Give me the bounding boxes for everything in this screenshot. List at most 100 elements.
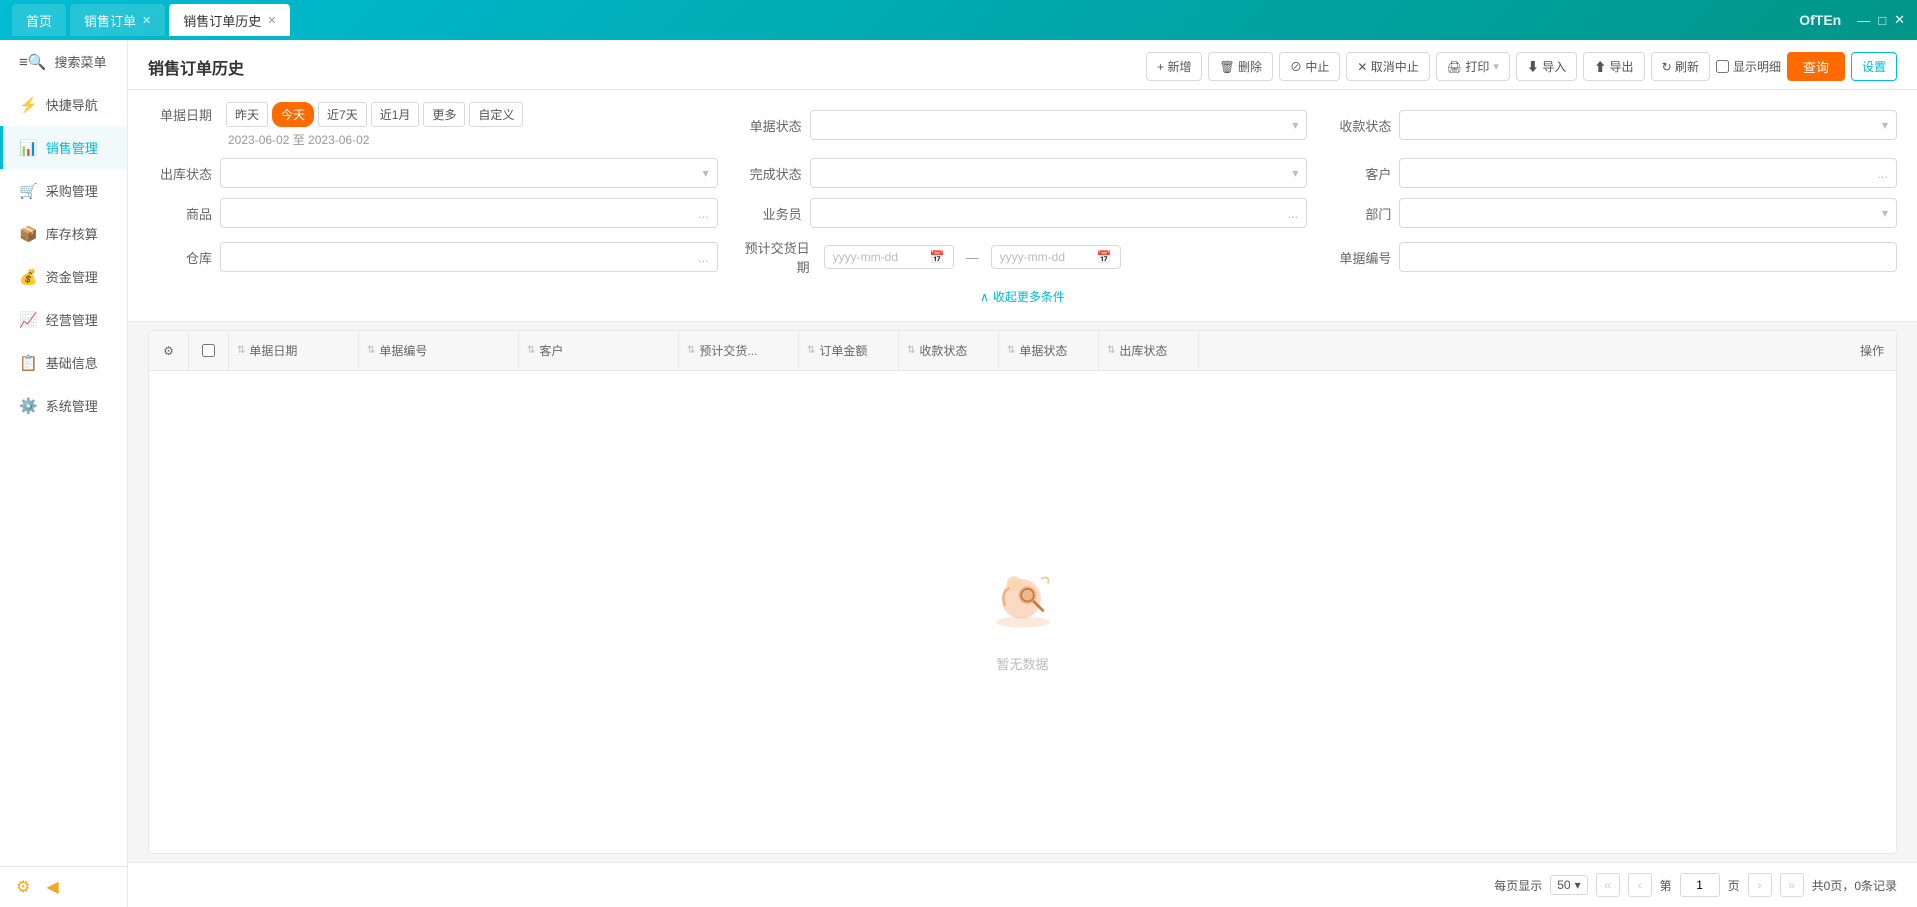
page-size-label: 每页显示	[1494, 877, 1542, 894]
th-number-sort-icon: ⇅	[367, 345, 375, 356]
show-detail-input[interactable]	[1716, 60, 1729, 73]
sidebar: ≡🔍 搜索菜单 ⚡ 快捷导航 📊 销售管理 🛒 采购管理 📦 库存核算 💰 资金…	[0, 40, 128, 907]
page-number-input[interactable]	[1680, 873, 1720, 897]
bill-status-select[interactable]: ▾	[810, 110, 1308, 140]
sidebar-item-basic-info[interactable]: 📋 基础信息	[0, 341, 127, 384]
purchase-mgmt-icon: 🛒	[19, 182, 38, 200]
sidebar-item-operations-mgmt[interactable]: 📈 经营管理	[0, 298, 127, 341]
settings-button[interactable]: 设置	[1851, 52, 1897, 81]
th-settings[interactable]: ⚙	[149, 331, 189, 370]
collapse-label: 收起更多条件	[993, 288, 1065, 305]
select-all-checkbox[interactable]	[202, 344, 215, 357]
new-button[interactable]: + 新增	[1146, 52, 1202, 81]
th-number[interactable]: ⇅ 单据编号	[359, 331, 519, 370]
date-btn-today[interactable]: 今天	[272, 102, 314, 127]
th-date-sort-icon: ⇅	[237, 345, 245, 356]
prev-page-icon: ‹	[1638, 878, 1642, 892]
delete-button[interactable]: 🗑 删除	[1208, 52, 1273, 81]
tab-sales-order-history-label: 销售订单历史	[183, 11, 261, 30]
sidebar-item-system-mgmt[interactable]: ⚙️ 系统管理	[0, 384, 127, 427]
date-btn-yesterday[interactable]: 昨天	[226, 102, 268, 127]
sidebar-item-quick-nav[interactable]: ⚡ 快捷导航	[0, 83, 127, 126]
delivery-date-from-placeholder: yyyy-mm-dd	[833, 250, 898, 264]
th-bill-sort-icon: ⇅	[1007, 345, 1015, 356]
brand-label: OfTEn	[1799, 12, 1841, 28]
th-number-label: 单据编号	[379, 342, 427, 359]
complete-status-select[interactable]: ▾	[810, 158, 1308, 188]
minimize-btn[interactable]: —	[1857, 13, 1870, 28]
tab-sales-order-history[interactable]: 销售订单历史 ✕	[169, 4, 290, 36]
close-btn[interactable]: ✕	[1894, 12, 1905, 28]
tab-sales-order-history-close[interactable]: ✕	[267, 14, 276, 27]
salesperson-dots: ...	[1288, 206, 1299, 221]
th-outbound-sort-icon: ⇅	[1107, 345, 1115, 356]
date-btn-custom[interactable]: 自定义	[469, 102, 523, 127]
department-select[interactable]: ▾	[1399, 198, 1897, 228]
th-date[interactable]: ⇅ 单据日期	[229, 331, 359, 370]
collapse-more[interactable]: ∧ 收起更多条件	[148, 284, 1897, 309]
import-button[interactable]: ⬇ 导入	[1516, 52, 1577, 81]
outbound-status-select[interactable]: ▾	[220, 158, 718, 188]
operations-mgmt-icon: 📈	[19, 311, 38, 329]
delivery-date-to[interactable]: yyyy-mm-dd 📅	[991, 245, 1121, 269]
bill-number-input[interactable]	[1399, 242, 1897, 272]
th-receipt-status[interactable]: ⇅ 收款状态	[899, 331, 999, 370]
calendar-from-icon[interactable]: 📅	[930, 250, 945, 264]
th-ops-label: 操作	[1860, 342, 1884, 359]
show-detail-checkbox[interactable]: 显示明细	[1716, 58, 1781, 75]
top-bar-right: OfTEn — □ ✕	[1799, 12, 1905, 28]
receipt-status-select[interactable]: ▾	[1399, 110, 1897, 140]
th-checkbox[interactable]	[189, 331, 229, 370]
content: 销售订单历史 + 新增 🗑 删除 ⊘ 中止 ✕ 取消中止 🖨 打印 ▾ ⬇ 导入…	[128, 40, 1917, 907]
calendar-to-icon[interactable]: 📅	[1097, 250, 1112, 264]
goods-input[interactable]: ...	[220, 198, 718, 228]
export-button[interactable]: ⬆ 导出	[1583, 52, 1644, 81]
first-page-btn[interactable]: «	[1596, 873, 1620, 897]
delivery-date-label: 预计交货日期	[738, 238, 818, 276]
th-customer[interactable]: ⇅ 客户	[519, 331, 679, 370]
date-label: 单据日期	[148, 105, 220, 124]
maximize-btn[interactable]: □	[1878, 13, 1886, 28]
prev-page-btn[interactable]: ‹	[1628, 873, 1652, 897]
cancel-stop-button[interactable]: ✕ 取消中止	[1346, 52, 1429, 81]
print-button[interactable]: 🖨 打印 ▾	[1436, 52, 1510, 81]
next-page-btn[interactable]: ›	[1748, 873, 1772, 897]
customer-input[interactable]: ...	[1399, 158, 1897, 188]
sidebar-item-sales-mgmt-label: 销售管理	[46, 138, 98, 157]
sidebar-item-basic-info-label: 基础信息	[46, 353, 98, 372]
print-dropdown-icon[interactable]: ▾	[1493, 60, 1499, 73]
date-btn-7days[interactable]: 近7天	[318, 102, 367, 127]
pagination: 每页显示 50 ▾ « ‹ 第 页 › » 共0页，0条记录	[128, 862, 1917, 907]
salesperson-input[interactable]: ...	[810, 198, 1308, 228]
refresh-button[interactable]: ↻ 刷新	[1651, 52, 1710, 81]
empty-illustration	[978, 552, 1068, 642]
top-bar: 首页 销售订单 ✕ 销售订单历史 ✕ OfTEn — □ ✕	[0, 0, 1917, 40]
th-outbound[interactable]: ⇅ 出库状态	[1099, 331, 1199, 370]
sidebar-settings-icon[interactable]: ⚙	[16, 877, 30, 897]
delivery-date-to-placeholder: yyyy-mm-dd	[1000, 250, 1065, 264]
page-size-select[interactable]: 50 ▾	[1550, 875, 1587, 895]
tab-sales-order-close[interactable]: ✕	[142, 14, 151, 27]
th-delivery[interactable]: ⇅ 预计交货...	[679, 331, 799, 370]
stop-button[interactable]: ⊘ 中止	[1279, 52, 1340, 81]
sidebar-item-sales-mgmt[interactable]: 📊 销售管理	[0, 126, 127, 169]
th-receipt-sort-icon: ⇅	[907, 345, 915, 356]
sidebar-item-search-menu[interactable]: ≡🔍 搜索菜单	[0, 40, 127, 83]
settings-column-icon: ⚙	[163, 344, 174, 358]
date-btn-more[interactable]: 更多	[423, 102, 465, 127]
receipt-status-arrow: ▾	[1882, 118, 1888, 132]
empty-state: 暂无数据	[149, 371, 1896, 853]
warehouse-input[interactable]: ...	[220, 242, 718, 272]
query-button[interactable]: 查询	[1787, 52, 1845, 81]
sidebar-item-purchase-mgmt[interactable]: 🛒 采购管理	[0, 169, 127, 212]
tab-home[interactable]: 首页	[12, 4, 66, 36]
last-page-btn[interactable]: »	[1780, 873, 1804, 897]
date-btn-1month[interactable]: 近1月	[371, 102, 420, 127]
tab-sales-order[interactable]: 销售订单 ✕	[70, 4, 165, 36]
sidebar-expand-icon[interactable]: ◀	[46, 877, 58, 897]
th-amount[interactable]: ⇅ 订单金额	[799, 331, 899, 370]
delivery-date-from[interactable]: yyyy-mm-dd 📅	[824, 245, 954, 269]
sidebar-item-fund-mgmt[interactable]: 💰 资金管理	[0, 255, 127, 298]
sidebar-item-inventory-check[interactable]: 📦 库存核算	[0, 212, 127, 255]
th-bill-status[interactable]: ⇅ 单据状态	[999, 331, 1099, 370]
